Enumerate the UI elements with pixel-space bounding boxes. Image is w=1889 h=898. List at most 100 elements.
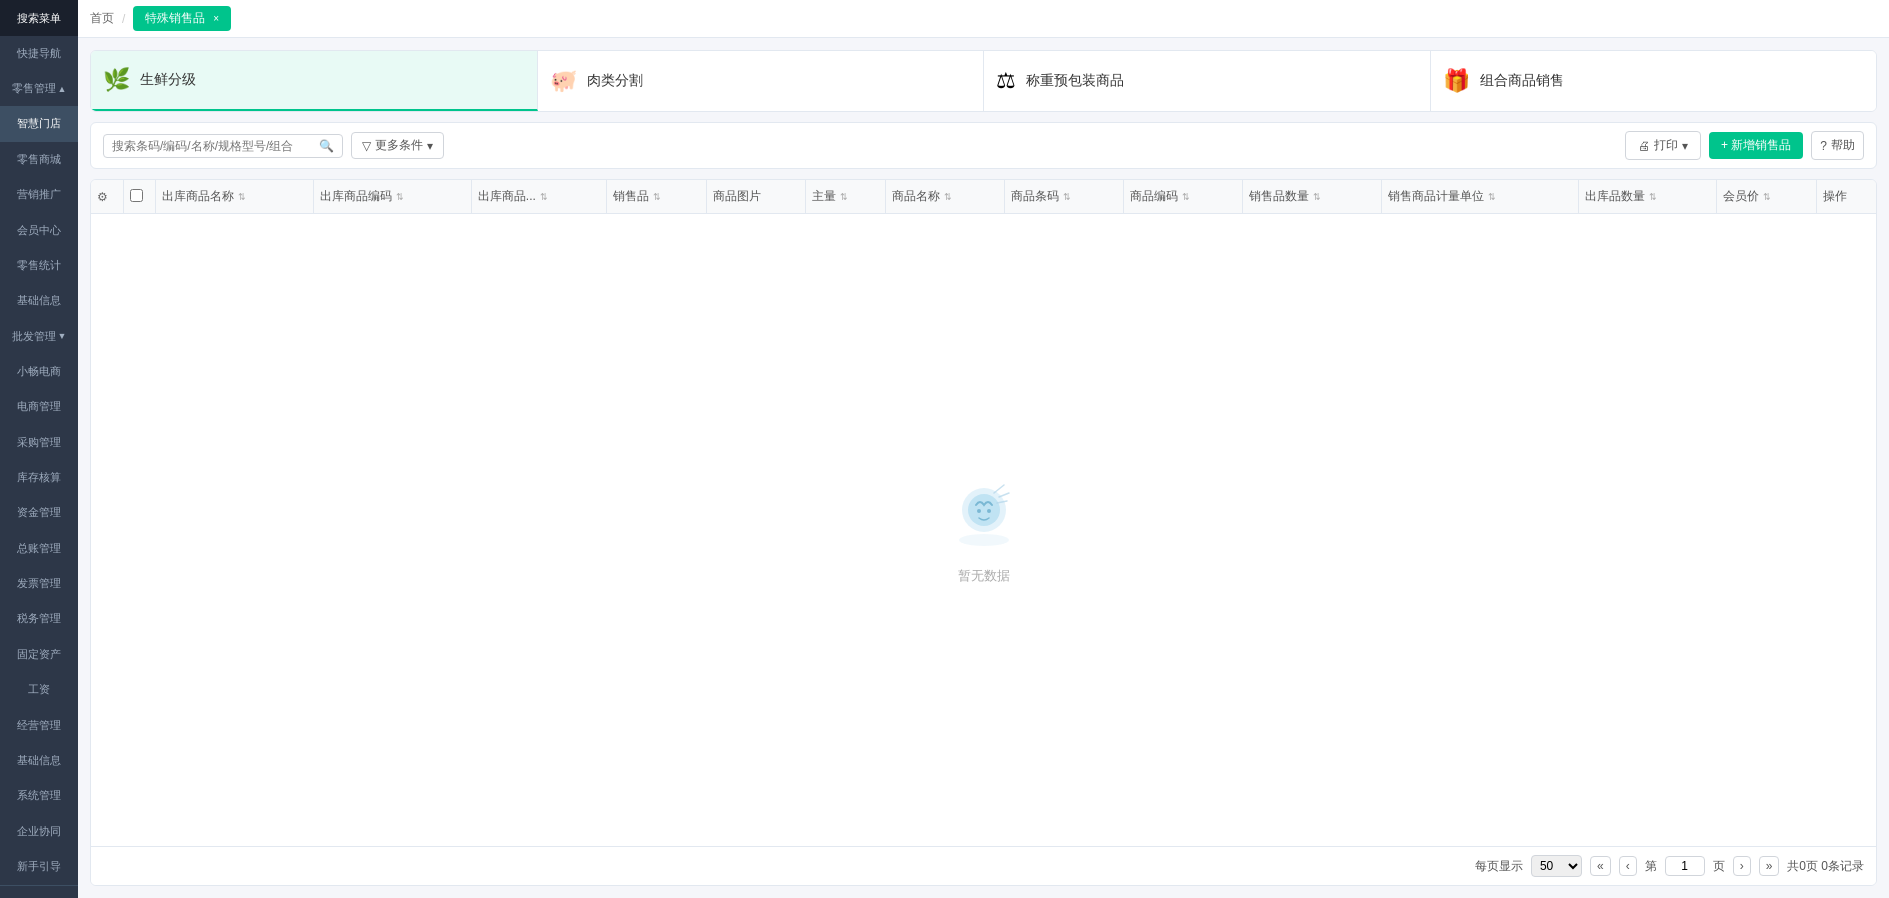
add-product-button[interactable]: + 新增销售品 [1709, 132, 1803, 159]
col-out-code-label: 出库商品编码 [320, 188, 392, 205]
col-out-spec: 出库商品... ⇅ [471, 180, 606, 214]
col-product-code: 商品编码 ⇅ [1123, 180, 1242, 214]
tab-card-fresh-grade[interactable]: 🌿 生鲜分级 [91, 51, 538, 111]
sidebar-item-stock-check[interactable]: 库存核算 [0, 460, 78, 495]
col-out-name: 出库商品名称 ⇅ [155, 180, 313, 214]
sidebar: 搜索菜单 快捷导航 零售管理 ▲ 智慧门店 零售商城 营销推广 会员中心 零售统… [0, 0, 78, 898]
sidebar-logo-text: 搜索菜单 [17, 11, 61, 26]
search-box[interactable]: 🔍 [103, 134, 343, 158]
last-page-btn[interactable]: » [1759, 856, 1780, 876]
svg-point-3 [977, 509, 981, 513]
meat-cut-label: 肉类分割 [587, 72, 643, 90]
sidebar-item-newbie-guide[interactable]: 新手引导 [0, 849, 78, 884]
sidebar-item-basic-info[interactable]: 基础信息 [0, 283, 78, 318]
tab-close-btn[interactable]: × [213, 13, 219, 24]
col-member-price-sort[interactable]: ⇅ [1763, 192, 1771, 202]
toolbar: 🔍 ▽ 更多条件 ▾ 🖨 打印 ▾ + 新增销售品 ? [90, 122, 1877, 169]
sidebar-item-wholesale-mgmt[interactable]: 批发管理 ▼ [0, 319, 78, 354]
col-checkbox[interactable] [123, 180, 155, 214]
col-action-label: 操作 [1823, 189, 1847, 203]
sidebar-item-tax-mgmt[interactable]: 税务管理 [0, 601, 78, 636]
sidebar-item-invoice-mgmt[interactable]: 发票管理 [0, 566, 78, 601]
sidebar-item-finance-mgmt[interactable]: 资金管理 [0, 495, 78, 530]
sidebar-item-basic-info2[interactable]: 基础信息 [0, 743, 78, 778]
empty-text: 暂无数据 [958, 567, 1010, 585]
sidebar-item-mini-ecom[interactable]: 小畅电商 [0, 354, 78, 389]
sidebar-item-salary[interactable]: 工资 [0, 672, 78, 707]
select-all-checkbox[interactable] [130, 189, 143, 202]
sidebar-item-retail-mgmt[interactable]: 零售管理 ▲ [0, 71, 78, 106]
tab-card-weigh-pack[interactable]: ⚖ 称重预包装商品 [984, 51, 1431, 111]
col-out-name-label: 出库商品名称 [162, 188, 234, 205]
col-out-code: 出库商品编码 ⇅ [313, 180, 471, 214]
print-button[interactable]: 🖨 打印 ▾ [1625, 131, 1701, 160]
filter-button[interactable]: ▽ 更多条件 ▾ [351, 132, 444, 159]
sidebar-item-ops-mgmt[interactable]: 经营管理 [0, 708, 78, 743]
col-sale-item: 销售品 ⇅ [607, 180, 706, 214]
col-sale-qty-sort[interactable]: ⇅ [1313, 192, 1321, 202]
sidebar-item-enterprise-coop[interactable]: 企业协同 [0, 814, 78, 849]
page-suffix: 页 [1713, 858, 1725, 875]
help-button[interactable]: ? 帮助 [1811, 131, 1864, 160]
column-settings-icon[interactable]: ⚙ [97, 190, 108, 204]
col-barcode-label: 商品条码 [1011, 188, 1059, 205]
col-action: 操作 [1816, 180, 1876, 214]
col-weight-sort[interactable]: ⇅ [840, 192, 848, 202]
sidebar-gear-btn[interactable]: ⚙ [0, 885, 78, 898]
col-product-name-sort[interactable]: ⇅ [944, 192, 952, 202]
col-barcode-sort[interactable]: ⇅ [1063, 192, 1071, 202]
empty-state: 暂无数据 [91, 214, 1876, 846]
col-product-code-sort[interactable]: ⇅ [1182, 192, 1190, 202]
col-sale-unit-sort[interactable]: ⇅ [1488, 192, 1496, 202]
sidebar-item-ecom-mgmt[interactable]: 电商管理 [0, 389, 78, 424]
help-label: 帮助 [1831, 137, 1855, 154]
sidebar-item-retail-stats[interactable]: 零售统计 [0, 248, 78, 283]
col-settings[interactable]: ⚙ [91, 180, 123, 214]
sidebar-item-purchase-mgmt[interactable]: 采购管理 [0, 425, 78, 460]
col-sale-qty-label: 销售品数量 [1249, 188, 1309, 205]
sidebar-item-fixed-assets[interactable]: 固定资产 [0, 637, 78, 672]
col-sale-item-label: 销售品 [613, 188, 649, 205]
col-out-name-sort[interactable]: ⇅ [238, 192, 246, 202]
col-out-qty-label: 出库品数量 [1585, 188, 1645, 205]
sidebar-item-quick-nav[interactable]: 快捷导航 [0, 36, 78, 71]
total-label: 共0页 0条记录 [1787, 858, 1864, 875]
page-size-select[interactable]: 20 50 100 [1531, 855, 1582, 877]
col-img: 商品图片 [706, 180, 805, 214]
next-page-btn[interactable]: › [1733, 856, 1751, 876]
sidebar-item-smart-store[interactable]: 智慧门店 [0, 106, 78, 141]
sidebar-item-system-mgmt[interactable]: 系统管理 [0, 778, 78, 813]
sidebar-item-members[interactable]: 会员中心 [0, 213, 78, 248]
content-area: 🌿 生鲜分级 🐖 肉类分割 ⚖ 称重预包装商品 🎁 组合商品销售 🔍 [78, 38, 1889, 898]
active-tab[interactable]: 特殊销售品 × [133, 6, 231, 31]
search-icon: 🔍 [319, 139, 334, 153]
wholesale-arrow: ▼ [58, 331, 67, 341]
empty-icon [944, 475, 1024, 555]
col-out-spec-sort[interactable]: ⇅ [540, 192, 548, 202]
search-input[interactable] [112, 139, 315, 153]
combo-sell-label: 组合商品销售 [1480, 72, 1564, 90]
sidebar-item-marketing[interactable]: 营销推广 [0, 177, 78, 212]
prev-page-btn[interactable]: ‹ [1619, 856, 1637, 876]
weigh-pack-label: 称重预包装商品 [1026, 72, 1124, 90]
col-sale-item-sort[interactable]: ⇅ [653, 192, 661, 202]
weigh-pack-icon: ⚖ [996, 68, 1016, 94]
tab-cards: 🌿 生鲜分级 🐖 肉类分割 ⚖ 称重预包装商品 🎁 组合商品销售 [90, 50, 1877, 112]
sidebar-logo[interactable]: 搜索菜单 [0, 0, 78, 36]
fresh-grade-label: 生鲜分级 [140, 71, 196, 89]
sidebar-item-general-ledger[interactable]: 总账管理 [0, 531, 78, 566]
col-sale-unit-label: 销售商品计量单位 [1388, 188, 1484, 205]
tab-card-meat-cut[interactable]: 🐖 肉类分割 [538, 51, 985, 111]
col-out-code-sort[interactable]: ⇅ [396, 192, 404, 202]
col-img-label: 商品图片 [713, 188, 761, 205]
retail-mgmt-arrow: ▲ [58, 84, 67, 94]
col-out-qty-sort[interactable]: ⇅ [1649, 192, 1657, 202]
first-page-btn[interactable]: « [1590, 856, 1611, 876]
sidebar-item-retail-mall[interactable]: 零售商城 [0, 142, 78, 177]
svg-point-2 [968, 494, 1000, 526]
breadcrumb-home[interactable]: 首页 [90, 10, 114, 27]
page-input[interactable] [1665, 856, 1705, 876]
pagination-bar: 每页显示 20 50 100 « ‹ 第 页 › » 共0页 0条记录 [91, 846, 1876, 885]
tab-card-combo-sell[interactable]: 🎁 组合商品销售 [1431, 51, 1877, 111]
add-label: + 新增销售品 [1721, 137, 1791, 154]
